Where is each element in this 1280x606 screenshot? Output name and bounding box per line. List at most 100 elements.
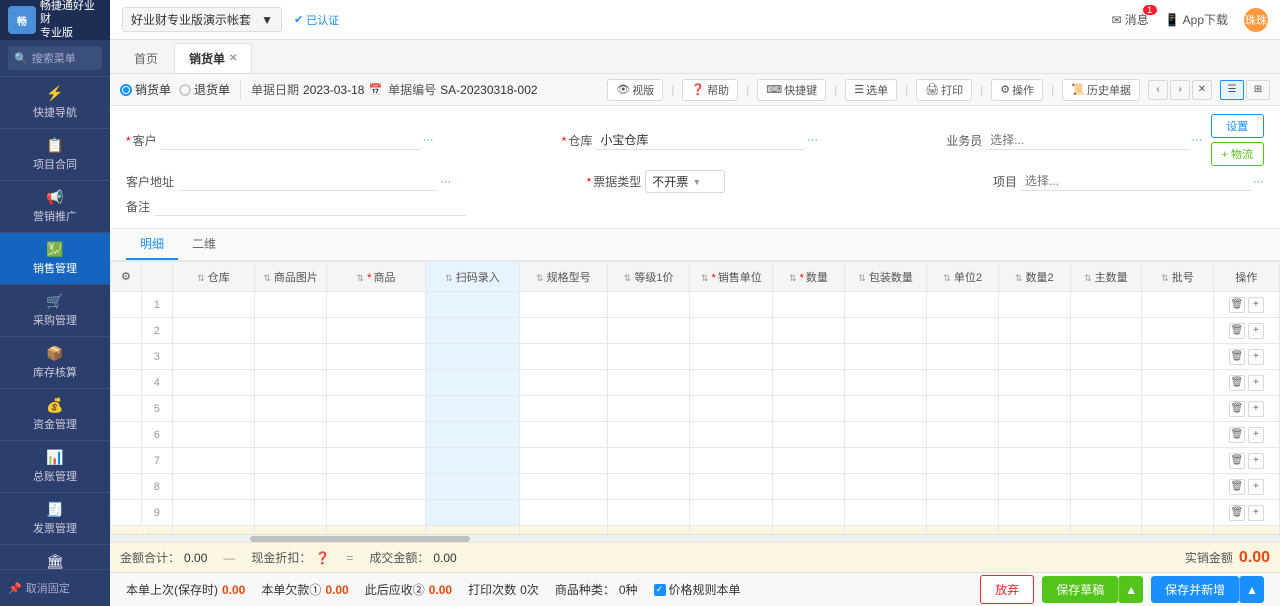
search-menu-button[interactable]: 🔍 搜索菜单: [8, 46, 102, 70]
abandon-button[interactable]: 放弃: [980, 575, 1034, 604]
row-unit-cell[interactable]: [690, 344, 773, 370]
row-unit-cell[interactable]: [690, 474, 773, 500]
th-qty2[interactable]: ⇅ 数量2: [998, 262, 1070, 292]
row-warehouse-cell[interactable]: [172, 500, 255, 526]
th-scan[interactable]: ⇅ 扫码录入: [426, 262, 520, 292]
row-qty-cell[interactable]: [773, 344, 845, 370]
row-image-cell[interactable]: [255, 318, 327, 344]
th-qty[interactable]: ⇅ 数量: [773, 262, 845, 292]
sidebar-item-invoice[interactable]: 🧾 发票管理: [0, 493, 110, 545]
row-qty-cell[interactable]: [773, 422, 845, 448]
row-price-cell[interactable]: [607, 370, 690, 396]
row-image-cell[interactable]: [255, 474, 327, 500]
tab-home[interactable]: 首页: [120, 44, 172, 73]
row-qty-cell[interactable]: [773, 370, 845, 396]
row-delete-icon[interactable]: 🗑: [1229, 297, 1245, 313]
row-spec-cell[interactable]: [519, 448, 607, 474]
row-qty-cell[interactable]: [773, 318, 845, 344]
row-unit2-cell[interactable]: [927, 292, 999, 318]
row-add-icon[interactable]: +: [1248, 453, 1264, 469]
help-button[interactable]: ❓ 帮助: [682, 79, 738, 101]
row-spec-cell[interactable]: [519, 422, 607, 448]
row-spec-cell[interactable]: [519, 344, 607, 370]
row-main-qty-cell[interactable]: [1070, 474, 1142, 500]
row-unit-cell[interactable]: [690, 292, 773, 318]
row-pack-qty-cell[interactable]: [844, 292, 927, 318]
row-unit-cell[interactable]: [690, 448, 773, 474]
sidebar-item-quick-nav[interactable]: ⚡ 快捷导航: [0, 77, 110, 129]
row-goods-cell[interactable]: [326, 448, 425, 474]
row-main-qty-cell[interactable]: [1070, 448, 1142, 474]
row-scan-cell[interactable]: [426, 448, 520, 474]
row-image-cell[interactable]: [255, 396, 327, 422]
print-button[interactable]: 🖨 打印: [916, 79, 972, 101]
row-qty-cell[interactable]: [773, 396, 845, 422]
staff-input[interactable]: [986, 131, 1189, 150]
row-delete-icon[interactable]: 🗑: [1229, 401, 1245, 417]
row-spec-cell[interactable]: [519, 292, 607, 318]
row-main-qty-cell[interactable]: [1070, 344, 1142, 370]
view-grid-button[interactable]: ⊞: [1246, 80, 1270, 100]
row-spec-cell[interactable]: [519, 370, 607, 396]
row-scan-cell[interactable]: [426, 318, 520, 344]
row-image-cell[interactable]: [255, 422, 327, 448]
row-goods-cell[interactable]: [326, 318, 425, 344]
row-unit-cell[interactable]: [690, 500, 773, 526]
row-pack-qty-cell[interactable]: [844, 474, 927, 500]
row-image-cell[interactable]: [255, 344, 327, 370]
row-scan-cell[interactable]: [426, 292, 520, 318]
nav-prev-button[interactable]: ‹: [1148, 80, 1168, 100]
save-new-button[interactable]: 保存并新增: [1151, 576, 1239, 603]
discount-help-icon[interactable]: ❓: [315, 551, 330, 565]
save-draft-dropdown-button[interactable]: ▲: [1118, 576, 1143, 603]
th-price[interactable]: ⇅ 等级1价: [607, 262, 690, 292]
row-goods-cell[interactable]: [326, 422, 425, 448]
add-logistics-button[interactable]: + 物流: [1211, 142, 1264, 166]
row-unit2-cell[interactable]: [927, 396, 999, 422]
row-delete-icon[interactable]: 🗑: [1229, 453, 1245, 469]
view-list-button[interactable]: ☰: [1220, 80, 1244, 100]
row-warehouse-cell[interactable]: [172, 474, 255, 500]
cancel-fixed-button[interactable]: 📌 取消固定: [6, 576, 104, 600]
row-qty2-cell[interactable]: [998, 344, 1070, 370]
operate-button[interactable]: ⚙ 操作: [991, 79, 1043, 101]
row-spec-cell[interactable]: [519, 500, 607, 526]
row-qty-cell[interactable]: [773, 448, 845, 474]
row-qty-cell[interactable]: [773, 474, 845, 500]
row-unit2-cell[interactable]: [927, 318, 999, 344]
row-price-cell[interactable]: [607, 396, 690, 422]
th-pack-qty[interactable]: ⇅ 包装数量: [844, 262, 927, 292]
warehouse-input[interactable]: [596, 131, 805, 150]
row-batch-cell[interactable]: [1142, 422, 1214, 448]
row-warehouse-cell[interactable]: [172, 292, 255, 318]
row-main-qty-cell[interactable]: [1070, 422, 1142, 448]
row-image-cell[interactable]: [255, 500, 327, 526]
row-qty2-cell[interactable]: [998, 500, 1070, 526]
row-unit2-cell[interactable]: [927, 474, 999, 500]
row-price-cell[interactable]: [607, 318, 690, 344]
row-add-icon[interactable]: +: [1248, 401, 1264, 417]
row-batch-cell[interactable]: [1142, 396, 1214, 422]
radio-sales[interactable]: 销货单: [120, 81, 171, 98]
row-scan-cell[interactable]: [426, 396, 520, 422]
row-qty2-cell[interactable]: [998, 396, 1070, 422]
row-price-cell[interactable]: [607, 500, 690, 526]
row-price-cell[interactable]: [607, 448, 690, 474]
row-unit2-cell[interactable]: [927, 500, 999, 526]
row-qty2-cell[interactable]: [998, 370, 1070, 396]
row-qty2-cell[interactable]: [998, 318, 1070, 344]
th-spec[interactable]: ⇅ 规格型号: [519, 262, 607, 292]
row-add-icon[interactable]: +: [1248, 375, 1264, 391]
row-add-icon[interactable]: +: [1248, 427, 1264, 443]
row-unit2-cell[interactable]: [927, 448, 999, 474]
sidebar-item-capital[interactable]: 💰 资金管理: [0, 389, 110, 441]
row-qty2-cell[interactable]: [998, 422, 1070, 448]
preview-button[interactable]: 👁 视版: [607, 79, 663, 101]
row-goods-cell[interactable]: [326, 396, 425, 422]
tab-2d[interactable]: 二维: [178, 229, 230, 260]
row-delete-icon[interactable]: 🗑: [1229, 505, 1245, 521]
row-main-qty-cell[interactable]: [1070, 318, 1142, 344]
row-pack-qty-cell[interactable]: [844, 448, 927, 474]
address-more-button[interactable]: ···: [440, 176, 451, 188]
row-add-icon[interactable]: +: [1248, 505, 1264, 521]
